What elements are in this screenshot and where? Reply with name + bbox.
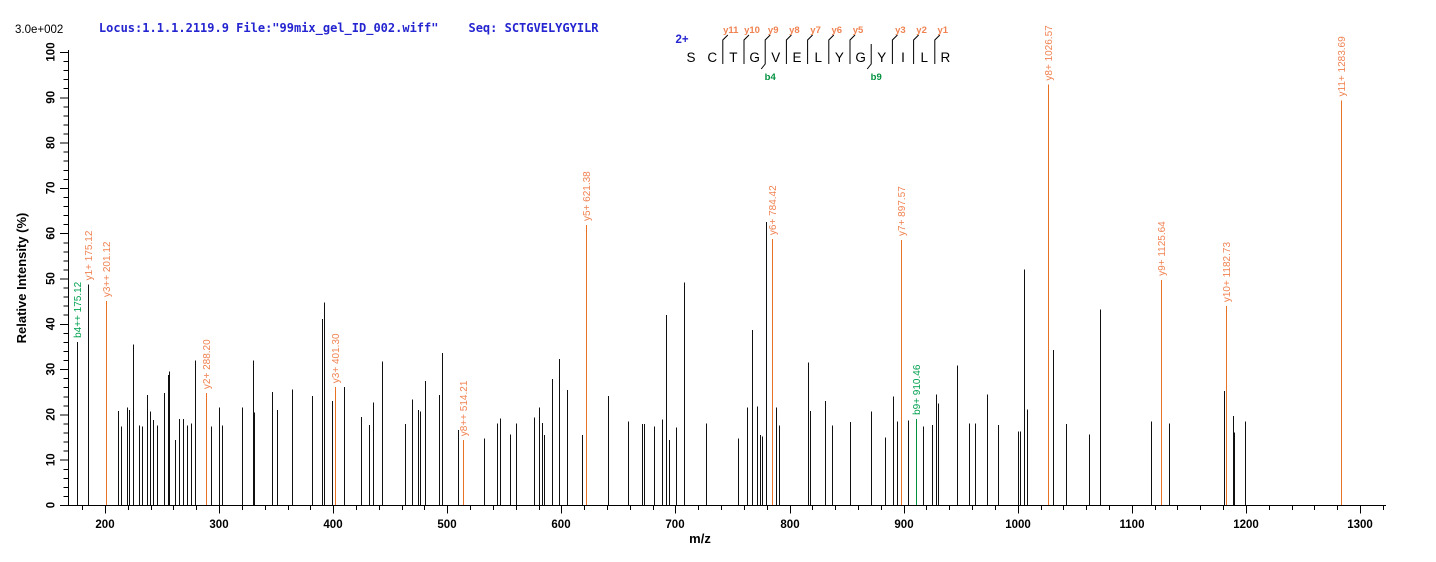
peak-label: y6+ 784.42 <box>768 185 779 235</box>
b-ion-ladder-label: b9 <box>871 72 882 83</box>
y-tick-label: 50 <box>46 272 58 285</box>
y-tick-label: 80 <box>46 136 58 149</box>
peak-label: y5+ 621.38 <box>582 171 593 221</box>
peak-label: y3+ 401.30 <box>331 333 342 383</box>
sequence-residue: I <box>901 50 905 65</box>
sequence-residue: L <box>920 50 928 65</box>
peak-label: y10+ 1182.73 <box>1222 242 1233 303</box>
x-tick-label: 300 <box>209 519 228 531</box>
y-ion-ladder-label: y5 <box>853 25 864 36</box>
spectrum-viewer-page: Locus:1.1.1.2119.9 File:"99mix_gel_ID_00… <box>0 0 1436 562</box>
x-tick-label: 1100 <box>1120 519 1145 531</box>
sequence-residue: C <box>707 50 717 65</box>
peak-label: y2+ 288.20 <box>202 339 213 389</box>
fragment-cleavage-mark <box>786 35 791 64</box>
fragment-cleavage-mark <box>723 35 728 64</box>
y-ion-ladder-label: y2 <box>916 25 927 36</box>
peak-label: y11+ 1283.69 <box>1337 36 1348 97</box>
y-tick-label: 20 <box>46 408 58 421</box>
fragment-cleavage-mark <box>744 35 749 64</box>
sequence-residue: L <box>814 50 822 65</box>
fragment-cleavage-mark <box>914 35 919 64</box>
peak-label: y8++ 514.21 <box>459 380 470 436</box>
x-tick-label: 200 <box>95 519 114 531</box>
peak-label: b4++ 175.12 <box>73 281 84 338</box>
fragment-cleavage-mark <box>761 35 770 69</box>
fragment-cleavage-mark <box>850 35 855 64</box>
fragment-cleavage-mark <box>867 44 871 69</box>
b-ion-ladder-label: b4 <box>765 72 777 83</box>
y-ion-ladder-label: y9 <box>768 25 779 36</box>
y-ion-ladder-label: y1 <box>938 25 949 36</box>
peak-label: y1+ 175.12 <box>84 230 95 280</box>
y-tick-label: 40 <box>46 317 58 330</box>
peak-label: y8+ 1026.57 <box>1044 25 1055 81</box>
y-tick-label: 70 <box>46 182 58 195</box>
y-tick-label: 90 <box>46 91 58 104</box>
sequence-residue: S <box>686 50 695 65</box>
x-tick-label: 1300 <box>1347 519 1373 531</box>
sequence-residue: Y <box>835 50 844 65</box>
fragment-cleavage-mark <box>829 35 834 64</box>
sequence-residue: T <box>729 50 737 65</box>
x-tick-label: 1200 <box>1233 519 1259 531</box>
y-ion-ladder-label: y8 <box>789 25 800 36</box>
x-tick-label: 700 <box>665 519 684 531</box>
y-tick-label: 60 <box>46 227 58 240</box>
y-axis-title: Relative Intensity (%) <box>14 213 29 344</box>
x-tick-label: 400 <box>323 519 342 531</box>
x-tick-label: 1000 <box>1005 519 1031 531</box>
fragment-cleavage-mark <box>808 35 813 64</box>
y-ion-ladder-label: y6 <box>832 25 843 36</box>
sequence-residue: V <box>771 50 780 65</box>
fragment-cleavage-mark <box>892 35 897 64</box>
sequence-residue: G <box>855 50 866 65</box>
y-tick-label: 0 <box>46 502 58 508</box>
sequence-residue: E <box>792 50 801 65</box>
peak-label: b9+ 910.46 <box>912 364 923 415</box>
y-ion-ladder-label: y11 <box>723 25 739 36</box>
x-tick-label: 600 <box>551 519 570 531</box>
x-tick-label: 900 <box>894 519 913 531</box>
precursor-charge-label: 2+ <box>675 34 688 46</box>
peak-label: y7+ 897.57 <box>897 186 908 236</box>
y-tick-label: 10 <box>46 453 58 466</box>
peak-label: y9+ 1125.64 <box>1157 221 1168 276</box>
peak-label: y3++ 201.12 <box>102 241 113 297</box>
y-tick-label: 100 <box>46 42 58 61</box>
sequence-residue: G <box>749 50 760 65</box>
x-tick-label: 500 <box>437 519 456 531</box>
y-ion-ladder-label: y7 <box>810 25 821 36</box>
y-tick-label: 30 <box>46 363 58 376</box>
x-tick-label: 800 <box>780 519 799 531</box>
x-axis-title: m/z <box>689 531 711 546</box>
y-ion-ladder-label: y10 <box>744 25 760 36</box>
y-ion-ladder-label: y3 <box>895 25 906 36</box>
spectrum-plot: 0 10 20 30 40 50 60 70 80 90 100 200 300 400 500 600 700… <box>0 0 1436 562</box>
fragment-cleavage-mark <box>935 35 940 64</box>
sequence-residue: Y <box>877 50 886 65</box>
sequence-residue: R <box>941 50 951 65</box>
